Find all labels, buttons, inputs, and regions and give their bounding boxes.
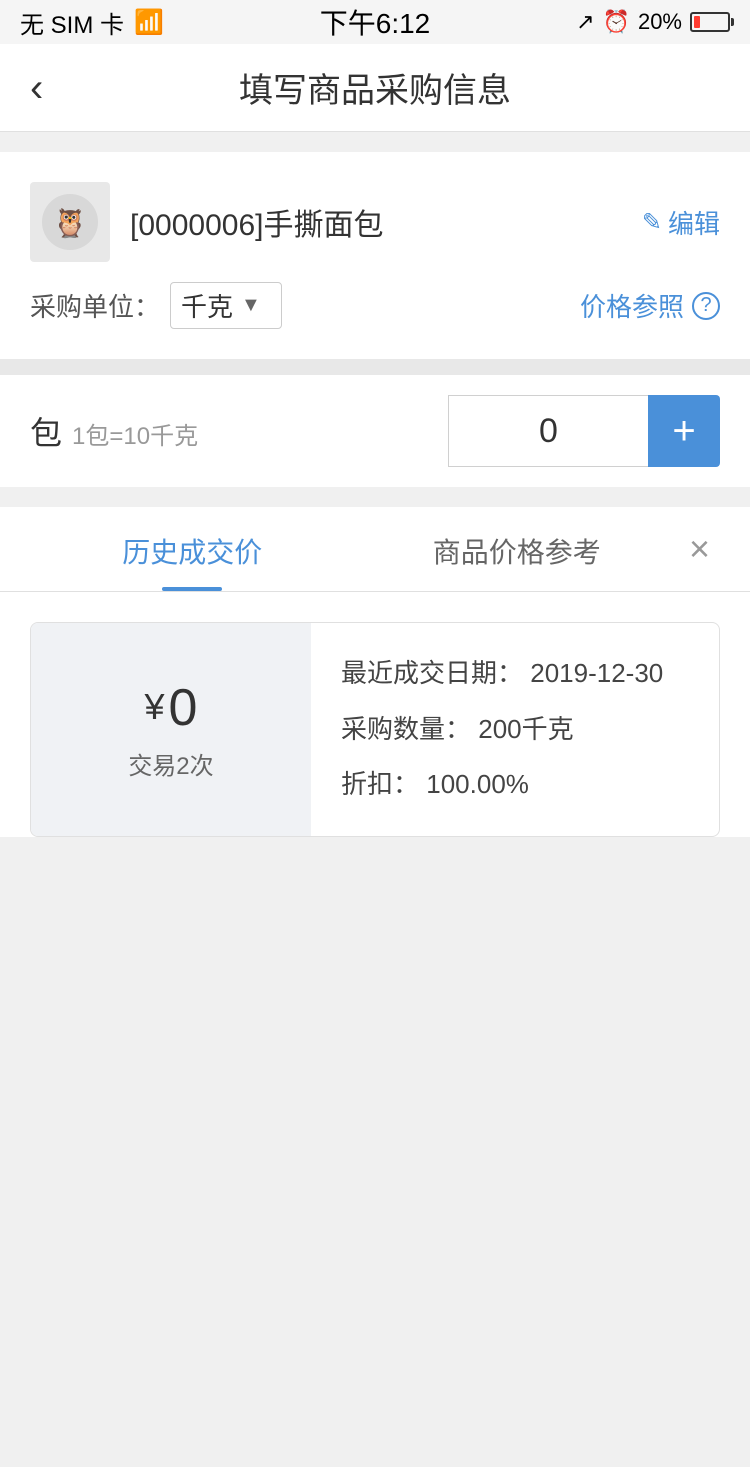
help-icon: ? (692, 292, 720, 320)
price-reference-button[interactable]: 价格参照 ? (580, 287, 720, 324)
page-title: 填写商品采购信息 (239, 63, 511, 112)
product-thumbnail: 🦉 (30, 182, 110, 262)
price-card-left: ¥ 0 交易2次 (31, 623, 311, 836)
price-trades: 交易2次 (128, 746, 213, 781)
carrier-text: 无 SIM 卡 (20, 5, 124, 40)
recent-date-row: 最近成交日期： 2019-12-30 (341, 653, 689, 695)
wifi-icon: 📶 (134, 8, 164, 37)
tab-price-reference[interactable]: 商品价格参考 (354, 507, 678, 591)
price-card: ¥ 0 交易2次 最近成交日期： 2019-12-30 采购数量： 200千克 … (30, 622, 720, 837)
purchase-qty-row: 采购数量： 200千克 (341, 709, 689, 751)
svg-text:🦉: 🦉 (53, 207, 88, 239)
purchase-unit: 采购单位： 千克 ▼ (30, 282, 282, 329)
tabs: 历史成交价 商品价格参考 × (0, 507, 750, 592)
unit-select[interactable]: 千克 ▼ (170, 282, 282, 329)
main-content (0, 867, 750, 1467)
nav-bar: ‹ 填写商品采购信息 (0, 44, 750, 132)
alarm-icon: ⏰ (603, 9, 630, 35)
tab-history-price[interactable]: 历史成交价 (30, 507, 354, 591)
panel-section: 历史成交价 商品价格参考 × ¥ 0 交易2次 最近成交日期： 2019-12-… (0, 507, 750, 837)
battery-text: 20% (638, 9, 682, 35)
status-carrier: 无 SIM 卡 📶 (20, 5, 164, 40)
status-bar: 无 SIM 卡 📶 下午6:12 ↗ ⏰ 20% (0, 0, 750, 44)
edit-icon: ✎ (642, 208, 662, 237)
price-amount: ¥ 0 (145, 678, 198, 738)
battery-fill (694, 16, 700, 28)
dropdown-arrow-icon: ▼ (241, 294, 261, 317)
discount-row: 折扣： 100.00% (341, 764, 689, 806)
status-time: 下午6:12 (320, 2, 431, 42)
quantity-input[interactable] (448, 395, 648, 467)
price-card-right: 最近成交日期： 2019-12-30 采购数量： 200千克 折扣： 100.0… (311, 623, 719, 836)
back-button[interactable]: ‹ (30, 68, 43, 108)
quantity-input-area: + (448, 395, 720, 467)
quantity-label: 包 1包=10千克 (30, 408, 198, 454)
product-row: 采购单位： 千克 ▼ 价格参照 ? (30, 282, 720, 329)
quantity-plus-button[interactable]: + (648, 395, 720, 467)
product-name: [0000006]手撕面包 (130, 200, 383, 244)
product-left: 🦉 [0000006]手撕面包 (30, 182, 383, 262)
product-section: 🦉 [0000006]手撕面包 ✎ 编辑 采购单位： 千克 ▼ 价格参照 ? (0, 152, 750, 359)
close-button[interactable]: × (679, 518, 720, 580)
battery-icon (690, 12, 730, 32)
location-icon: ↗ (576, 9, 594, 35)
product-image-icon: 🦉 (40, 192, 100, 252)
product-header: 🦉 [0000006]手撕面包 ✎ 编辑 (30, 182, 720, 262)
edit-button[interactable]: ✎ 编辑 (642, 204, 720, 241)
status-right: ↗ ⏰ 20% (576, 9, 730, 35)
section-divider (0, 359, 750, 375)
quantity-section: 包 1包=10千克 + (0, 375, 750, 487)
